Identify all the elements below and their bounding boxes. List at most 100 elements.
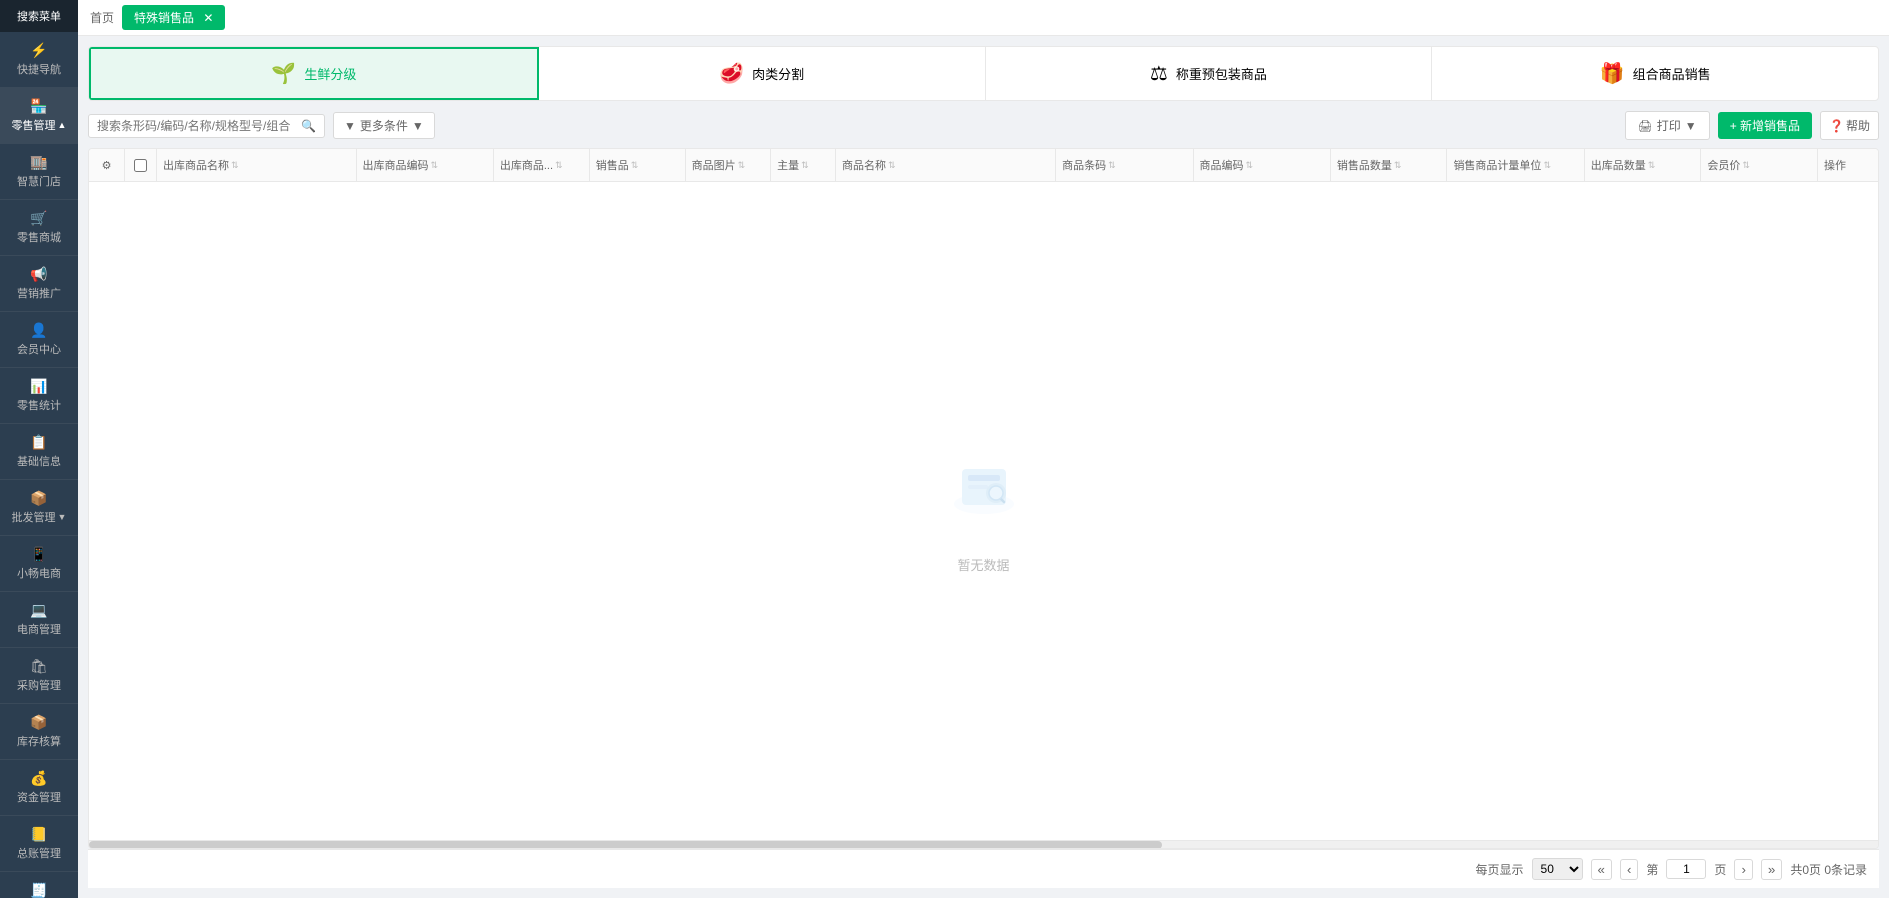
add-button[interactable]: + 新增销售品 [1718,112,1812,139]
th-member-price: 会员价 ⇅ [1701,149,1818,181]
retail-stats-icon: 📊 [30,378,47,395]
chevron-down-icon: ▼ [1685,119,1697,133]
category-tabs: 🌱 生鲜分级 🥩 肉类分割 ⚖ 称重预包装商品 🎁 组合商品销售 [88,46,1879,101]
sidebar-item-ledger-mgmt[interactable]: 📒 总账管理 [0,816,78,872]
next-page-button[interactable]: › [1734,859,1752,880]
chevron-up-icon: ▲ [58,120,67,130]
cat-tab-combo-sales[interactable]: 🎁 组合商品销售 [1432,47,1878,100]
cat-tab-meat-division[interactable]: 🥩 肉类分割 [539,47,986,100]
combo-sales-icon: 🎁 [1600,61,1625,86]
help-label: 帮助 [1846,117,1870,134]
retail-mgmt-icon: 🏪 [30,98,47,115]
sort-icon[interactable]: ⇅ [1108,160,1116,171]
sidebar-item-invoice-mgmt[interactable]: 🧾 发票管理 [0,872,78,898]
sort-icon[interactable]: ⇅ [555,160,563,171]
sort-icon[interactable]: ⇅ [1648,160,1656,171]
sidebar-item-retail-mall[interactable]: 🛒 零售商城 [0,200,78,256]
breadcrumb-home[interactable]: 首页 [90,9,114,26]
cat-tab-label: 组合商品销售 [1633,64,1711,83]
search-icon: 🔍 [301,119,316,133]
wholesale-label-row: 批发管理 ▼ [12,509,67,525]
member-center-icon: 👤 [30,322,47,339]
cat-tab-label: 肉类分割 [752,64,804,83]
th-out-name: 出库商品名称 ⇅ [157,149,357,181]
page-suffix: 页 [1714,861,1726,878]
prev-page-button[interactable]: ‹ [1620,859,1638,880]
th-gear[interactable]: ⚙ [89,149,125,181]
sidebar-item-quick-nav[interactable]: ⚡ 快捷导航 [0,32,78,88]
sort-icon[interactable]: ⇅ [1394,160,1402,171]
main-content: 首页 特殊销售品 ✕ 🌱 生鲜分级 🥩 肉类分割 ⚖ 称重预包装商品 🎁 组合商… [78,0,1889,898]
table-scrollbar[interactable] [89,840,1878,848]
sort-icon[interactable]: ⇅ [231,160,239,171]
sidebar-item-label: 总账管理 [17,845,61,861]
sidebar-item-marketing[interactable]: 📢 营销推广 [0,256,78,312]
sidebar-item-retail-stats[interactable]: 📊 零售统计 [0,368,78,424]
th-out-qty: 出库品数量 ⇅ [1585,149,1702,181]
sidebar: 搜索菜单 ⚡ 快捷导航 🏪 零售管理 ▲ 🏬 智慧门店 🛒 零售商城 📢 营销推… [0,0,78,898]
sort-icon[interactable]: ⇅ [1246,160,1254,171]
first-page-button[interactable]: « [1591,859,1612,880]
sidebar-item-ecom-mgmt[interactable]: 💻 电商管理 [0,592,78,648]
scroll-thumb[interactable] [89,841,1162,849]
topbar: 首页 特殊销售品 ✕ [78,0,1889,36]
search-box[interactable]: 🔍 [88,114,325,138]
per-page-select[interactable]: 50 20 100 [1532,858,1583,880]
cat-tab-fresh-grade[interactable]: 🌱 生鲜分级 [89,47,539,100]
quick-nav-icon: ⚡ [30,42,47,59]
add-label: + 新增销售品 [1730,117,1800,134]
toolbar-left: 🔍 ▼ 更多条件 ▼ [88,112,435,139]
sort-icon[interactable]: ⇅ [738,160,746,171]
close-tab-icon[interactable]: ✕ [203,11,213,25]
sidebar-logo[interactable]: 搜索菜单 [0,0,78,32]
sidebar-item-label: 采购管理 [17,677,61,693]
print-button[interactable]: 🖨 打印 ▼ [1625,111,1710,140]
sidebar-item-mini-ecom[interactable]: 📱 小畅电商 [0,536,78,592]
sidebar-item-member-center[interactable]: 👤 会员中心 [0,312,78,368]
th-sale-qty: 销售品数量 ⇅ [1331,149,1448,181]
sort-icon[interactable]: ⇅ [801,160,809,171]
search-input[interactable] [97,119,297,133]
gear-icon: ⚙ [102,159,112,172]
sidebar-item-smart-store[interactable]: 🏬 智慧门店 [0,144,78,200]
sidebar-item-basic-info[interactable]: 📋 基础信息 [0,424,78,480]
sort-icon[interactable]: ⇅ [431,160,439,171]
sidebar-item-wholesale-mgmt[interactable]: 📦 批发管理 ▼ [0,480,78,536]
retail-mgmt-label-row: 零售管理 ▲ [12,117,67,133]
th-checkbox[interactable] [125,149,157,181]
current-tab-label: 特殊销售品 [134,11,194,25]
toolbar: 🔍 ▼ 更多条件 ▼ 🖨 打印 ▼ + 新增销售品 ❓ [88,111,1879,140]
th-sale-unit: 销售商品计量单位 ⇅ [1447,149,1584,181]
sidebar-item-label: 零售商城 [17,229,61,245]
th-goods-name: 商品名称 ⇅ [836,149,1056,181]
meat-division-icon: 🥩 [719,61,744,86]
cat-tab-label: 生鲜分级 [304,64,356,83]
sort-icon[interactable]: ⇅ [1742,160,1750,171]
help-icon: ❓ [1829,119,1844,133]
help-button[interactable]: ❓ 帮助 [1820,111,1879,140]
current-tab[interactable]: 特殊销售品 ✕ [122,5,225,30]
retail-mall-icon: 🛒 [30,210,47,227]
select-all-checkbox[interactable] [134,159,147,172]
marketing-icon: 📢 [30,266,47,283]
sort-icon[interactable]: ⇅ [631,160,639,171]
last-page-button[interactable]: » [1761,859,1782,880]
table-header: ⚙ 出库商品名称 ⇅ 出库商品编码 ⇅ 出库商品... ⇅ [89,149,1878,182]
per-page-label: 每页显示 [1476,861,1524,878]
cat-tab-weight-prepack[interactable]: ⚖ 称重预包装商品 [986,47,1433,100]
sidebar-item-retail-mgmt[interactable]: 🏪 零售管理 ▲ [0,88,78,144]
th-out-code: 出库商品编码 ⇅ [357,149,494,181]
sidebar-item-inventory[interactable]: 📦 库存核算 [0,704,78,760]
page-input[interactable] [1666,859,1706,879]
invoice-icon: 🧾 [30,882,47,898]
sidebar-item-finance[interactable]: 💰 资金管理 [0,760,78,816]
content-area: 🌱 生鲜分级 🥩 肉类分割 ⚖ 称重预包装商品 🎁 组合商品销售 🔍 [78,36,1889,898]
weight-prepack-icon: ⚖ [1150,61,1168,86]
sort-icon[interactable]: ⇅ [1543,160,1551,171]
sort-icon[interactable]: ⇅ [888,160,896,171]
filter-icon: ▼ [344,119,356,133]
filter-button[interactable]: ▼ 更多条件 ▼ [333,112,435,139]
sidebar-item-label: 批发管理 [12,509,56,525]
sidebar-item-purchase-mgmt[interactable]: 🛍 采购管理 [0,648,78,704]
chevron-down-icon: ▼ [58,512,67,522]
